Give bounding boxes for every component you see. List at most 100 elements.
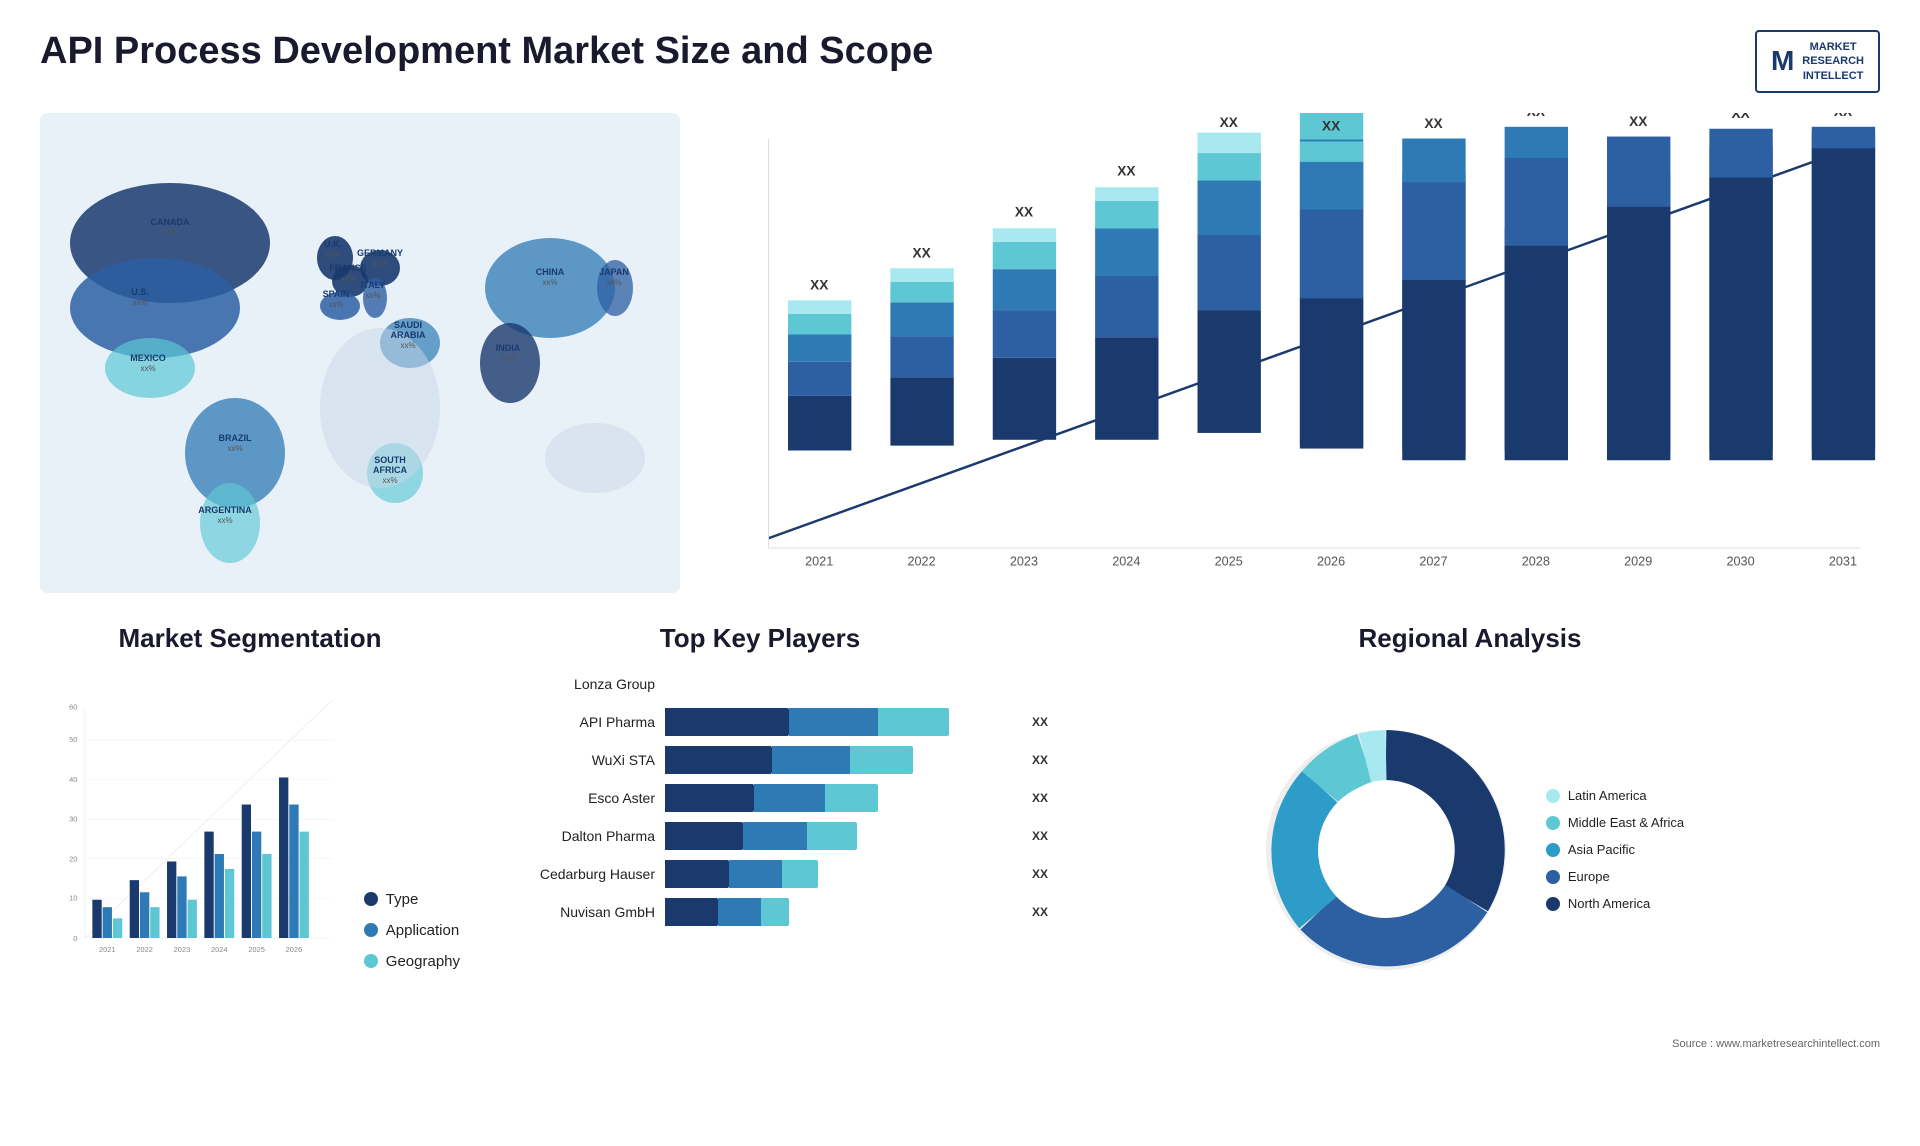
- svg-text:SOUTH: SOUTH: [374, 455, 406, 465]
- svg-text:CHINA: CHINA: [536, 267, 565, 277]
- growth-chart: XX XX XX XX: [710, 113, 1880, 593]
- svg-text:XX: XX: [1322, 119, 1340, 134]
- top-row: CANADA xx% U.S. xx% MEXICO xx% BRAZIL xx…: [40, 113, 1880, 593]
- svg-text:2030: 2030: [1726, 554, 1754, 568]
- legend-type-dot: [364, 892, 378, 906]
- svg-text:INDIA: INDIA: [496, 343, 521, 353]
- legend-latin-america: Latin America: [1546, 788, 1684, 803]
- svg-text:CANADA: CANADA: [151, 217, 190, 227]
- player-name-lonza: Lonza Group: [500, 676, 655, 692]
- svg-text:XX: XX: [1424, 116, 1442, 131]
- svg-text:xx%: xx%: [132, 298, 147, 307]
- svg-text:xx%: xx%: [606, 278, 621, 287]
- legend-na-dot: [1546, 897, 1560, 911]
- player-bar-nuvisan: XX: [665, 898, 1020, 926]
- legend-app-label: Application: [386, 922, 459, 939]
- svg-text:20: 20: [69, 854, 77, 863]
- svg-text:xx%: xx%: [325, 250, 340, 259]
- svg-text:2022: 2022: [907, 554, 935, 568]
- svg-text:XX: XX: [912, 245, 930, 260]
- table-row: Esco Aster XX: [500, 784, 1020, 812]
- svg-text:xx%: xx%: [372, 259, 387, 268]
- source-text: Source : www.marketresearchintellect.com: [1060, 1038, 1880, 1050]
- svg-text:XX: XX: [1527, 113, 1545, 119]
- player-name-api: API Pharma: [500, 714, 655, 730]
- svg-text:2025: 2025: [1215, 554, 1243, 568]
- player-bar-wuxi: XX: [665, 746, 1020, 774]
- svg-text:2026: 2026: [286, 945, 303, 954]
- svg-text:ARGENTINA: ARGENTINA: [198, 505, 252, 515]
- regional-section: Regional Analysis: [1060, 623, 1880, 1043]
- player-name-nuvisan: Nuvisan GmbH: [500, 904, 655, 920]
- legend-eu-dot: [1546, 870, 1560, 884]
- svg-text:xx%: xx%: [217, 516, 232, 525]
- legend-type-label: Type: [386, 891, 419, 908]
- player-xx-cedarburg: XX: [1032, 867, 1048, 881]
- player-bar-dalton: XX: [665, 822, 1020, 850]
- svg-text:XX: XX: [1629, 114, 1647, 129]
- regional-content: Latin America Middle East & Africa Asia …: [1060, 670, 1880, 1030]
- legend-north-america: North America: [1546, 896, 1684, 911]
- player-bar-lonza: [665, 670, 1020, 698]
- player-bar-esco: XX: [665, 784, 1020, 812]
- legend-eu-label: Europe: [1568, 869, 1610, 884]
- player-xx-esco: XX: [1032, 791, 1048, 805]
- svg-text:AFRICA: AFRICA: [373, 465, 407, 475]
- svg-text:XX: XX: [1220, 115, 1238, 130]
- player-bar-cedarburg: XX: [665, 860, 1020, 888]
- logo: M MARKET RESEARCH INTELLECT: [1755, 30, 1880, 93]
- svg-text:MEXICO: MEXICO: [130, 353, 166, 363]
- player-xx-nuvisan: XX: [1032, 905, 1048, 919]
- players-section: Top Key Players Lonza Group API Pharma X…: [490, 623, 1030, 1043]
- svg-text:2021: 2021: [805, 554, 833, 568]
- legend-ap-label: Asia Pacific: [1568, 842, 1635, 857]
- svg-text:xx%: xx%: [400, 341, 415, 350]
- svg-text:0: 0: [73, 934, 77, 943]
- player-xx-api: XX: [1032, 715, 1048, 729]
- svg-text:xx%: xx%: [162, 228, 177, 237]
- donut-chart: [1256, 720, 1516, 980]
- svg-text:xx%: xx%: [542, 278, 557, 287]
- legend-mea-dot: [1546, 816, 1560, 830]
- svg-text:2025: 2025: [248, 945, 265, 954]
- legend-mea-label: Middle East & Africa: [1568, 815, 1684, 830]
- svg-text:XX: XX: [810, 278, 828, 293]
- svg-text:2026: 2026: [1317, 554, 1345, 568]
- player-name-esco: Esco Aster: [500, 790, 655, 806]
- segmentation-title: Market Segmentation: [40, 623, 460, 654]
- svg-text:U.S.: U.S.: [131, 287, 149, 297]
- player-bar-api: XX: [665, 708, 1020, 736]
- svg-text:SPAIN: SPAIN: [323, 289, 350, 299]
- table-row: Nuvisan GmbH XX: [500, 898, 1020, 926]
- legend-type: Type: [364, 891, 460, 908]
- svg-text:2024: 2024: [211, 945, 228, 954]
- player-name-wuxi: WuXi STA: [500, 752, 655, 768]
- svg-text:ITALY: ITALY: [361, 280, 386, 290]
- svg-text:xx%: xx%: [340, 274, 355, 283]
- legend-geography: Geography: [364, 953, 460, 970]
- legend-na-label: North America: [1568, 896, 1650, 911]
- legend-europe: Europe: [1546, 869, 1684, 884]
- legend-asia-pacific: Asia Pacific: [1546, 842, 1684, 857]
- svg-text:xx%: xx%: [328, 300, 343, 309]
- svg-text:40: 40: [69, 775, 77, 784]
- bottom-row: Market Segmentation 0 10 20 30 40 50 60: [40, 623, 1880, 1043]
- svg-text:XX: XX: [1117, 163, 1135, 178]
- legend-ap-dot: [1546, 843, 1560, 857]
- players-title: Top Key Players: [490, 623, 1030, 654]
- table-row: Cedarburg Hauser XX: [500, 860, 1020, 888]
- svg-text:30: 30: [69, 814, 77, 823]
- svg-text:GERMANY: GERMANY: [357, 248, 403, 258]
- regional-legend: Latin America Middle East & Africa Asia …: [1546, 788, 1684, 911]
- logo-letter: M: [1771, 45, 1794, 77]
- svg-text:FRANCE: FRANCE: [329, 263, 367, 273]
- segmentation-legend: Type Application Geography: [364, 891, 460, 1000]
- legend-application: Application: [364, 922, 460, 939]
- table-row: API Pharma XX: [500, 708, 1020, 736]
- svg-text:U.K.: U.K.: [324, 239, 342, 249]
- svg-text:XX: XX: [1731, 113, 1749, 121]
- header: API Process Development Market Size and …: [40, 30, 1880, 93]
- svg-text:2021: 2021: [99, 945, 116, 954]
- svg-text:2031: 2031: [1829, 554, 1857, 568]
- players-list: Lonza Group API Pharma XX WuXi STA: [490, 670, 1030, 926]
